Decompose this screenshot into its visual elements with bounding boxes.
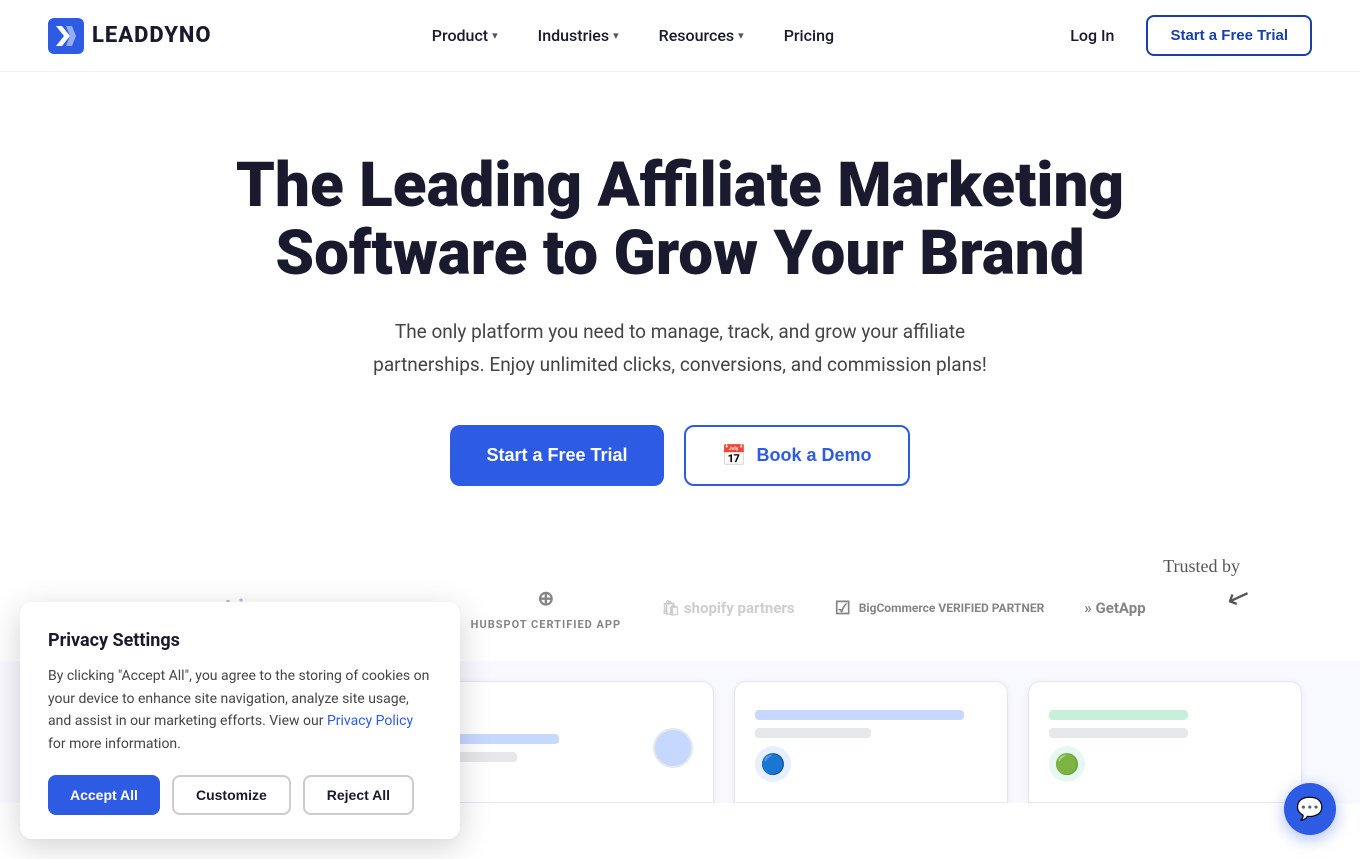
login-button[interactable]: Log In bbox=[1054, 18, 1130, 53]
privacy-buttons: Accept All Customize Reject All bbox=[48, 775, 432, 815]
chat-button[interactable]: 💬 bbox=[1284, 783, 1336, 835]
reject-all-button[interactable]: Reject All bbox=[303, 775, 414, 815]
placeholder-circle bbox=[653, 728, 693, 768]
hero-book-demo-button[interactable]: 📅 Book a Demo bbox=[684, 425, 910, 486]
hero-section: The Leading Affiliate Marketing Software… bbox=[0, 72, 1360, 546]
navbar: LEADDYNO Product ▾ Industries ▾ Resource… bbox=[0, 0, 1360, 72]
customize-button[interactable]: Customize bbox=[172, 775, 291, 815]
bar bbox=[1049, 728, 1188, 738]
bar-1 bbox=[755, 710, 964, 720]
getapp-logo: » GetApp bbox=[1084, 599, 1145, 617]
privacy-banner: Privacy Settings By clicking "Accept All… bbox=[20, 602, 460, 839]
calendar-icon: 📅 bbox=[722, 443, 747, 468]
avatar-green: 🟢 bbox=[1049, 746, 1085, 782]
nav-right: Log In Start a Free Trial bbox=[1054, 15, 1312, 56]
chevron-down-icon: ▾ bbox=[738, 29, 744, 42]
privacy-policy-link[interactable]: Privacy Policy bbox=[327, 713, 413, 729]
hero-title: The Leading Affiliate Marketing Software… bbox=[230, 152, 1130, 288]
chat-icon: 💬 bbox=[1296, 797, 1323, 822]
nav-start-trial-button[interactable]: Start a Free Trial bbox=[1146, 15, 1312, 56]
shopify-logo: 🛍 shopify partners bbox=[661, 599, 795, 617]
bar-2 bbox=[755, 728, 871, 738]
hubspot-logo: ⊕ HUBSPOT CERTIFIED APP bbox=[471, 586, 621, 631]
nav-item-product[interactable]: Product ▾ bbox=[416, 18, 514, 53]
nav-item-resources[interactable]: Resources ▾ bbox=[643, 18, 760, 53]
trusted-by-label: Trusted by bbox=[1163, 556, 1240, 577]
logo[interactable]: LEADDYNO bbox=[48, 18, 212, 54]
dashboard-card-2: 🟢 bbox=[1028, 681, 1302, 803]
accept-all-button[interactable]: Accept All bbox=[48, 775, 160, 815]
logo-icon bbox=[48, 18, 84, 54]
dashboard-card-1: 🔵 bbox=[734, 681, 1008, 803]
hero-subtitle: The only platform you need to manage, tr… bbox=[340, 316, 1020, 381]
privacy-text: By clicking "Accept All", you agree to t… bbox=[48, 665, 432, 755]
hero-buttons: Start a Free Trial 📅 Book a Demo bbox=[24, 425, 1336, 486]
privacy-title: Privacy Settings bbox=[48, 630, 432, 651]
chevron-down-icon: ▾ bbox=[613, 29, 619, 42]
hero-start-trial-button[interactable]: Start a Free Trial bbox=[450, 425, 663, 486]
chevron-down-icon: ▾ bbox=[492, 29, 498, 42]
bar-green bbox=[1049, 710, 1188, 720]
logo-text: LEADDYNO bbox=[92, 23, 212, 48]
nav-item-industries[interactable]: Industries ▾ bbox=[522, 18, 635, 53]
arrow-icon: ↙ bbox=[1222, 577, 1255, 616]
avatar-blue: 🔵 bbox=[755, 746, 791, 782]
nav-center: Product ▾ Industries ▾ Resources ▾ Prici… bbox=[416, 18, 850, 53]
bigcommerce-logo: ☑ BigCommerce VERIFIED PARTNER bbox=[835, 598, 1045, 619]
nav-item-pricing[interactable]: Pricing bbox=[768, 18, 850, 53]
